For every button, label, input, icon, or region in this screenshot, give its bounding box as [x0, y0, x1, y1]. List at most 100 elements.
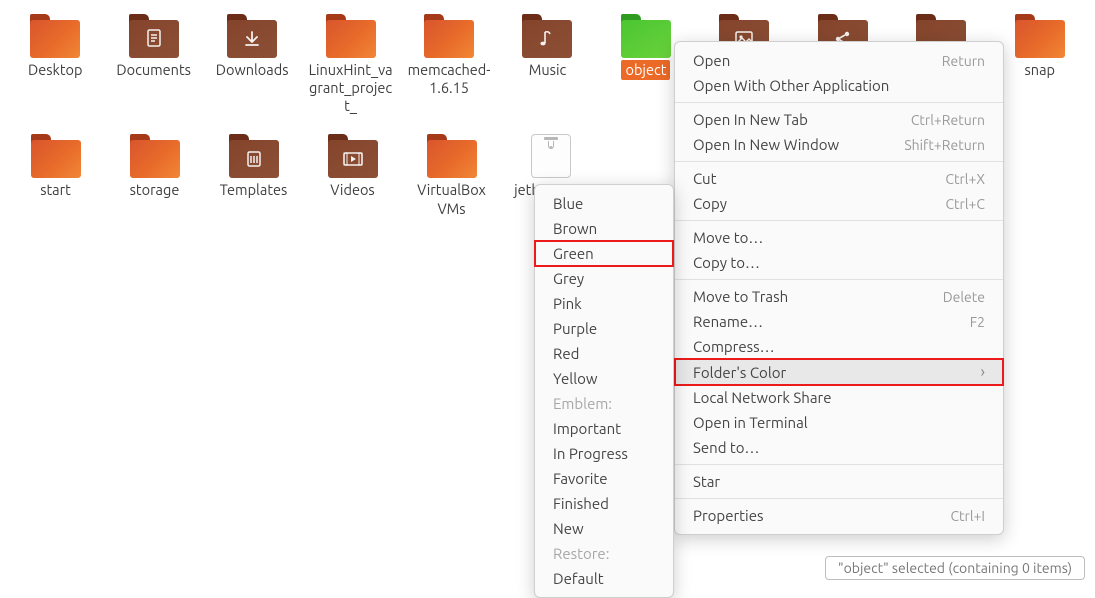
context-menu-item[interactable]: Move to TrashDelete — [675, 284, 1003, 309]
menu-item-label: Copy — [693, 195, 727, 212]
context-menu-item[interactable]: Cut Ctrl+X — [675, 166, 1003, 191]
restore-label: Default — [553, 570, 604, 587]
menu-item-label: Open in Terminal — [693, 414, 808, 431]
folder-icon — [1015, 14, 1065, 58]
menu-item-label: Folder's Color — [693, 364, 786, 381]
color-option[interactable]: Green — [535, 241, 673, 266]
color-label: Yellow — [553, 370, 598, 387]
file-item[interactable]: memcached-1.6.15 — [400, 14, 498, 116]
context-menu-item[interactable]: Open In New WindowShift+Return — [675, 132, 1003, 157]
file-item[interactable]: Desktop — [6, 14, 104, 116]
context-menu-item[interactable]: Move to… — [675, 225, 1003, 250]
file-item[interactable]: storage — [105, 134, 204, 218]
color-label: Blue — [553, 195, 583, 212]
folder-icon — [328, 134, 378, 178]
file-item[interactable]: Downloads — [203, 14, 301, 116]
file-label: storage — [126, 180, 184, 200]
menu-item-label: Compress… — [693, 338, 775, 355]
context-menu-item[interactable]: Compress… — [675, 334, 1003, 359]
color-label: Purple — [553, 320, 597, 337]
file-label: Music — [525, 60, 570, 80]
emblem-option[interactable]: Favorite — [535, 466, 673, 491]
menu-item-label: Copy to… — [693, 254, 760, 271]
color-label: Green — [553, 245, 594, 262]
file-label: object — [621, 60, 670, 80]
context-menu-item[interactable]: Copy to… — [675, 250, 1003, 275]
context-menu: OpenReturn Open With Other Application Ope… — [674, 41, 1004, 535]
emblem-label: Important — [553, 420, 621, 437]
menu-separator — [675, 102, 1003, 103]
file-label: VirtualBox VMs — [404, 180, 499, 218]
folder-icon — [129, 14, 179, 58]
context-menu-item[interactable]: Star — [675, 469, 1003, 494]
emblem-option[interactable]: Important — [535, 416, 673, 441]
color-option[interactable]: Brown — [535, 216, 673, 241]
emblem-option[interactable]: New — [535, 516, 673, 541]
color-option[interactable]: Purple — [535, 316, 673, 341]
menu-item-label: Open With Other Application — [693, 77, 889, 94]
color-option[interactable]: Blue — [535, 191, 673, 216]
file-label: Downloads — [212, 60, 293, 80]
file-label: snap — [1021, 60, 1060, 80]
context-menu-item[interactable]: Open In New TabCtrl+Return — [675, 107, 1003, 132]
file-item[interactable]: Documents — [104, 14, 202, 116]
restore-option[interactable]: Default — [535, 566, 673, 591]
file-label: Documents — [112, 60, 195, 80]
menu-separator — [675, 464, 1003, 465]
context-menu-item[interactable]: Open in Terminal — [675, 410, 1003, 435]
menu-item-shortcut: Ctrl+I — [950, 508, 985, 524]
menu-separator — [675, 279, 1003, 280]
color-option[interactable]: Yellow — [535, 366, 673, 391]
file-label: start — [36, 180, 75, 200]
context-menu-item[interactable]: Open With Other Application — [675, 73, 1003, 98]
context-menu-item[interactable]: CopyCtrl+C — [675, 191, 1003, 216]
context-menu-item[interactable]: Rename… F2 — [675, 309, 1003, 334]
file-item[interactable]: Videos — [303, 134, 402, 218]
menu-item-label: Open In New Window — [693, 136, 839, 153]
file-item[interactable]: LinuxHint_vagrant_project_ — [301, 14, 399, 116]
folder-icon — [326, 14, 376, 58]
file-item[interactable]: Templates — [204, 134, 303, 218]
menu-item-shortcut: Ctrl+Return — [911, 112, 985, 128]
emblem-option[interactable]: In Progress — [535, 441, 673, 466]
menu-item-shortcut: Return — [942, 53, 985, 69]
menu-separator — [675, 161, 1003, 162]
color-label: Grey — [553, 270, 584, 287]
menu-item-label: Properties — [693, 507, 764, 524]
context-menu-item[interactable]: Send to… — [675, 435, 1003, 460]
emblem-label: Finished — [553, 495, 609, 512]
menu-item-shortcut: Delete — [943, 289, 985, 305]
menu-item-label: Cut — [693, 170, 717, 187]
context-menu-item[interactable]: Local Network Share — [675, 385, 1003, 410]
color-option[interactable]: Pink — [535, 291, 673, 316]
file-item[interactable]: VirtualBox VMs — [402, 134, 501, 218]
menu-item-label: Star — [693, 473, 720, 490]
context-menu-item[interactable]: Properties Ctrl+I — [675, 503, 1003, 528]
menu-item-label: Rename… — [693, 313, 763, 330]
color-label: Red — [553, 345, 579, 362]
emblem-option[interactable]: Finished — [535, 491, 673, 516]
folder-icon — [427, 134, 477, 178]
file-item[interactable]: Music — [498, 14, 596, 116]
color-option[interactable]: Red — [535, 341, 673, 366]
folder-icon — [130, 134, 180, 178]
menu-item-shortcut: Ctrl+X — [945, 171, 985, 187]
context-menu-item[interactable]: OpenReturn — [675, 48, 1003, 73]
submenu-header: Restore: — [535, 541, 673, 566]
menu-item-label: Move to… — [693, 229, 763, 246]
file-item[interactable]: snap — [991, 14, 1089, 116]
color-label: Brown — [553, 220, 597, 237]
context-menu-item[interactable]: Folder's Color — [675, 359, 1003, 385]
menu-item-shortcut: F2 — [970, 314, 985, 330]
submenu-header: Emblem: — [535, 391, 673, 416]
file-label: Desktop — [24, 60, 86, 80]
color-label: Pink — [553, 295, 582, 312]
menu-item-label: Send to… — [693, 439, 759, 456]
menu-separator — [675, 498, 1003, 499]
emblem-label: In Progress — [553, 445, 628, 462]
file-item[interactable]: start — [6, 134, 105, 218]
color-option[interactable]: Grey — [535, 266, 673, 291]
folder-icon — [31, 134, 81, 178]
archive-icon — [531, 134, 571, 178]
emblem-label: New — [553, 520, 584, 537]
